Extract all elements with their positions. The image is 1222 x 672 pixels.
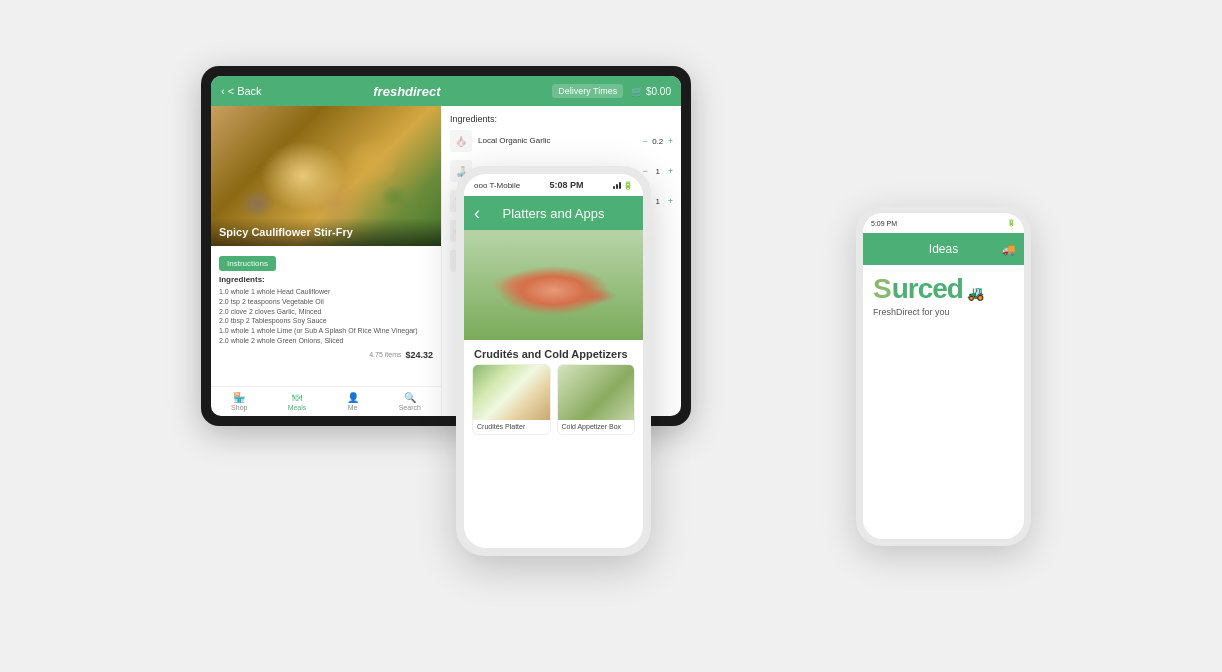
tablet-navigation: ‹ < Back freshdirect Delivery Times 🛒 $0… [211,76,681,106]
price-total: $24.32 [405,350,433,360]
signal-icon [613,181,621,189]
phone1-carrier: ooo T-Mobile [474,181,520,190]
tractor-icon: 🚜 [967,285,984,301]
phone2-battery: 🔋 [1007,219,1016,227]
phone1-status-bar: ooo T-Mobile 5:08 PM 🔋 [464,174,643,196]
instructions-button[interactable]: Instructions [219,256,276,271]
phone2-tagline: FreshDirect for you [873,307,950,317]
crudites-image [473,365,550,420]
shop-icon: 🏪 [233,392,245,403]
phone1-battery: 🔋 [613,181,633,190]
tab-shop[interactable]: 🏪 Shop [231,392,247,411]
tablet-recipe-detail: Instructions Ingredients: 1.0 whole 1 wh… [211,246,441,386]
box-label: Cold Appetizer Box [558,420,635,434]
search-icon: 🔍 [404,392,416,403]
back-label: < Back [228,85,262,97]
grid-item-box[interactable]: Cold Appetizer Box [557,364,636,435]
ingredient-line-3: 2.0 clove 2 cloves Garlic, Minced [219,307,433,317]
tablet-bottom-nav: 🏪 Shop 🍽 Meals 👤 Me 🔍 [211,386,441,416]
ingredients-label: Ingredients: [219,275,433,284]
sourced-logo: S urced 🚜 [873,275,984,303]
tablet-left-panel: Spicy Cauliflower Stir-Fry Instructions … [211,106,441,416]
tab-meals[interactable]: 🍽 Meals [288,392,307,411]
sourced-s-letter: S [873,275,892,303]
logo-text: freshdirect [373,84,440,99]
delivery-times-button[interactable]: Delivery Times [552,84,623,98]
garlic-icon: 🧄 [450,130,472,152]
phone2-device: 5:09 PM 🔋 Ideas 🚚 S urced 🚜 FreshDirect … [856,206,1031,546]
meals-icon: 🍽 [292,392,302,403]
ingredient-line-6: 2.0 whole 2 whole Green Onions, Sliced [219,336,433,346]
phone2-navigation: Ideas 🚚 [863,233,1024,265]
phone1-hero-image [464,230,643,340]
phone2-logo-area: S urced 🚜 FreshDirect for you [873,275,1014,317]
price-items-count: 4.75 items [369,351,401,358]
sourced-text: urced [892,275,963,303]
phone1-section-title: Crudités and Cold Appetizers [464,340,643,364]
phone2-nav-title: Ideas [929,242,958,256]
garlic-qty-control: − 0.2 + [642,136,673,146]
sauce-qty-control: − 1 + [642,166,673,176]
me-label: Me [348,404,358,411]
phone2-status-bar: 5:09 PM 🔋 [863,213,1024,233]
phone1-back-button[interactable]: ‹ [474,203,480,224]
phone2-delivery-icon: 🚚 [1002,243,1016,256]
tab-search[interactable]: 🔍 Search [399,392,421,411]
phone1-device: ooo T-Mobile 5:08 PM 🔋 ‹ Platters and Ap… [456,166,651,556]
scallions-increment[interactable]: + [668,196,673,206]
garlic-decrement[interactable]: − [642,136,647,146]
ingredient-line-5: 1.0 whole 1 whole Lime (or Sub A Splash … [219,326,433,336]
phone1-food-grid: Crudités Platter Cold Appetizer Box [464,364,643,435]
delivery-label: Delivery Times [558,86,617,96]
phone1-salmon-decor [464,230,643,340]
sauce-increment[interactable]: + [668,166,673,176]
ingredient-line-2: 2.0 tsp 2 teaspoons Vegetable Oil [219,297,433,307]
ingredient-line-4: 2.0 tbsp 2 Tablespoons Soy Sauce [219,316,433,326]
crudites-label: Crudités Platter [473,420,550,434]
phone1-time: 5:08 PM [550,180,584,190]
phone1-navigation: ‹ Platters and Apps [464,196,643,230]
tab-me[interactable]: 👤 Me [347,392,359,411]
tablet-back-button[interactable]: ‹ < Back [221,85,262,97]
phone2-time: 5:09 PM [871,220,897,227]
ingredient-garlic-row: 🧄 Local Organic Garlic − 0.2 + [450,130,673,152]
main-scene: ‹ < Back freshdirect Delivery Times 🛒 $0… [161,46,1061,626]
phone1-screen: ooo T-Mobile 5:08 PM 🔋 ‹ Platters and Ap… [464,174,643,548]
food-image: Spicy Cauliflower Stir-Fry [211,106,441,246]
back-chevron-icon: ‹ [221,85,225,97]
box-image [558,365,635,420]
freshdirect-logo: freshdirect [262,84,553,99]
grid-item-crudites[interactable]: Crudités Platter [472,364,551,435]
phone1-nav-title: Platters and Apps [503,206,605,221]
ingredient-line-1: 1.0 whole 1 whole Head Cauliflower [219,287,433,297]
search-label: Search [399,404,421,411]
shop-label: Shop [231,404,247,411]
phone2-screen: 5:09 PM 🔋 Ideas 🚚 S urced 🚜 FreshDirect … [863,213,1024,539]
phone2-content: S urced 🚜 FreshDirect for you [863,265,1024,539]
scallions-qty: 1 [652,197,664,206]
meals-label: Meals [288,404,307,411]
cart-amount: $0.00 [646,86,671,97]
right-ingredients-header: Ingredients: [450,114,673,124]
food-title-overlay: Spicy Cauliflower Stir-Fry [211,218,441,246]
garlic-increment[interactable]: + [668,136,673,146]
me-icon: 👤 [347,392,359,403]
cart-total[interactable]: 🛒 $0.00 [631,86,671,97]
garlic-name: Local Organic Garlic [478,136,636,146]
sauce-qty: 1 [652,167,664,176]
food-title: Spicy Cauliflower Stir-Fry [219,226,433,238]
garlic-qty: 0.2 [652,137,664,146]
price-row: 4.75 items $24.32 [219,350,433,360]
